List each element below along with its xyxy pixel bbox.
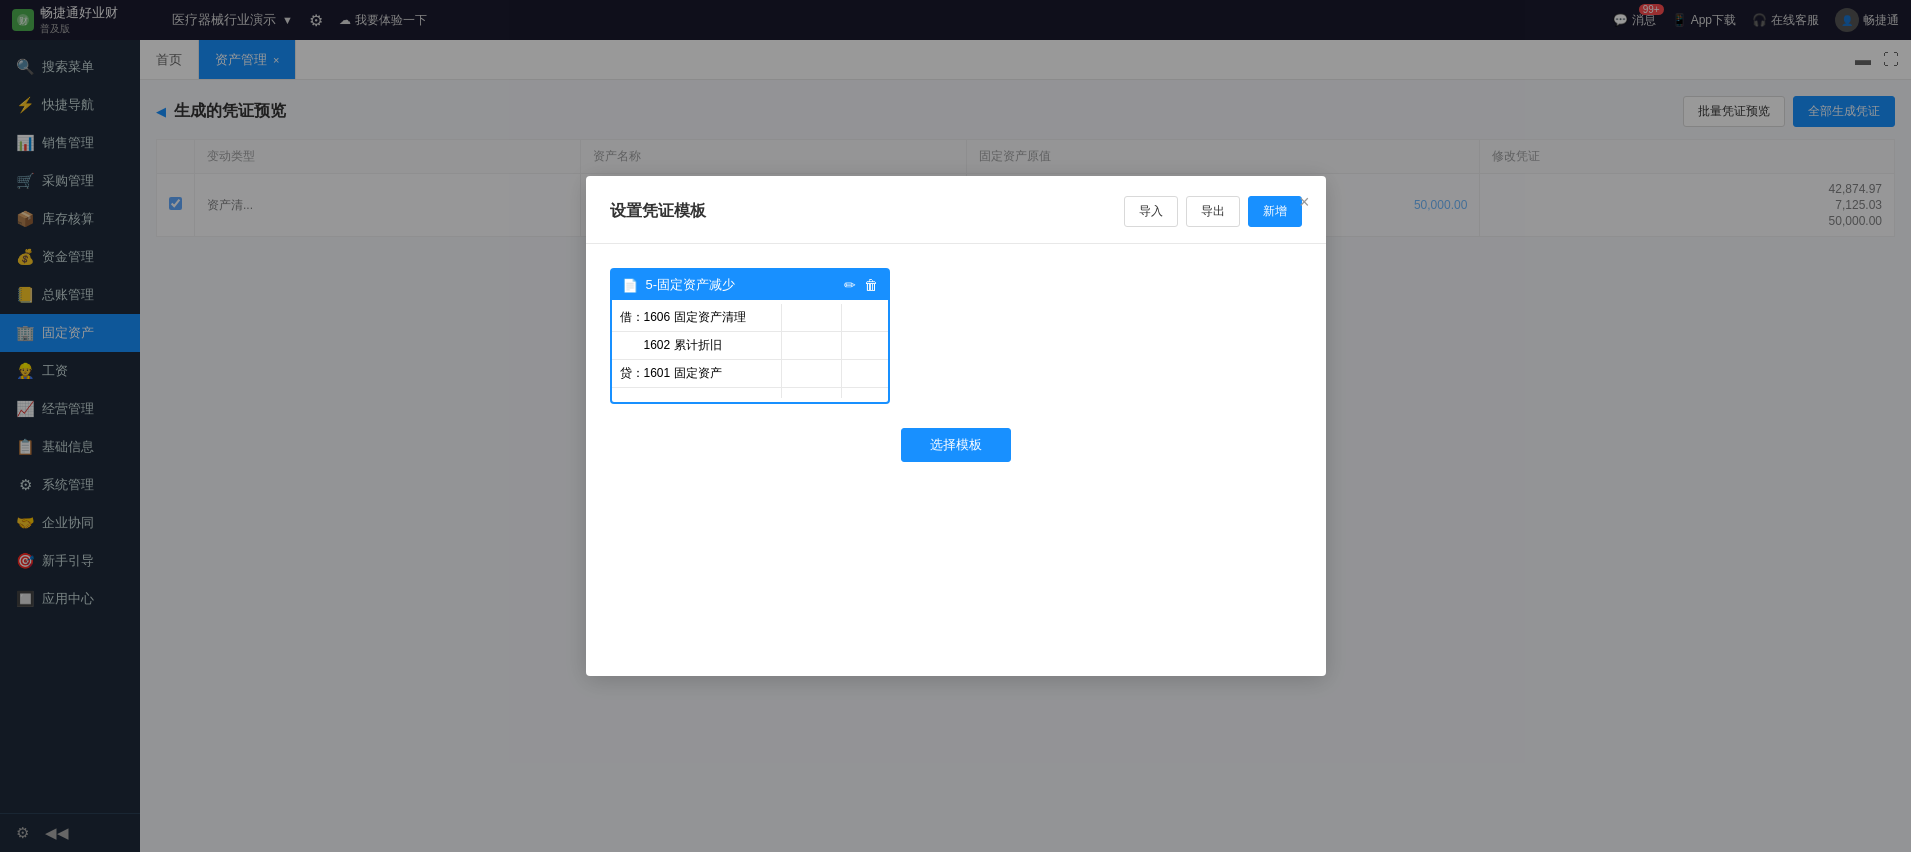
empty-cell-3 — [842, 388, 902, 398]
modal: 设置凭证模板 导入 导出 新增 × 📄 5-固定资产减少 ✏ 🗑 — [586, 176, 1326, 676]
entry-row-2: 1602 累计折旧 — [612, 332, 888, 360]
template-card-actions: ✏ 🗑 — [844, 277, 878, 293]
export-btn[interactable]: 导出 — [1186, 196, 1240, 227]
modal-header-actions: 导入 导出 新增 — [1124, 196, 1302, 227]
entry-row-3: 贷：1601 固定资产 — [612, 360, 888, 388]
template-doc-icon: 📄 — [622, 278, 638, 293]
entry-3-name: 贷：1601 固定资产 — [612, 360, 782, 387]
empty-cell-1 — [612, 388, 782, 398]
entry-row-empty — [612, 388, 888, 398]
choose-template-container: 选择模板 — [610, 428, 1302, 462]
template-card: 📄 5-固定资产减少 ✏ 🗑 借：1606 固定资产清理 1 — [610, 268, 890, 404]
new-btn[interactable]: 新增 — [1248, 196, 1302, 227]
modal-title: 设置凭证模板 — [610, 201, 706, 222]
entry-3-credit — [842, 360, 902, 387]
template-card-body: 借：1606 固定资产清理 1602 累计折旧 贷：1601 固定资产 — [612, 300, 888, 402]
entry-2-debit — [782, 332, 842, 359]
entry-1-debit — [782, 304, 842, 331]
entry-1-credit — [842, 304, 902, 331]
empty-cell-2 — [782, 388, 842, 398]
entry-1-name: 借：1606 固定资产清理 — [612, 304, 782, 331]
entry-2-credit — [842, 332, 902, 359]
modal-close-btn[interactable]: × — [1299, 192, 1310, 213]
entry-row-1: 借：1606 固定资产清理 — [612, 304, 888, 332]
template-name: 5-固定资产减少 — [646, 276, 736, 294]
entry-2-name: 1602 累计折旧 — [612, 332, 782, 359]
entry-3-debit — [782, 360, 842, 387]
template-card-header: 📄 5-固定资产减少 ✏ 🗑 — [612, 270, 888, 300]
choose-template-btn[interactable]: 选择模板 — [901, 428, 1011, 462]
import-btn[interactable]: 导入 — [1124, 196, 1178, 227]
modal-overlay: 设置凭证模板 导入 导出 新增 × 📄 5-固定资产减少 ✏ 🗑 — [0, 0, 1911, 852]
template-delete-icon[interactable]: 🗑 — [864, 277, 878, 293]
modal-header: 设置凭证模板 导入 导出 新增 × — [586, 176, 1326, 244]
modal-body: 📄 5-固定资产减少 ✏ 🗑 借：1606 固定资产清理 1 — [586, 244, 1326, 676]
template-edit-icon[interactable]: ✏ — [844, 277, 856, 293]
